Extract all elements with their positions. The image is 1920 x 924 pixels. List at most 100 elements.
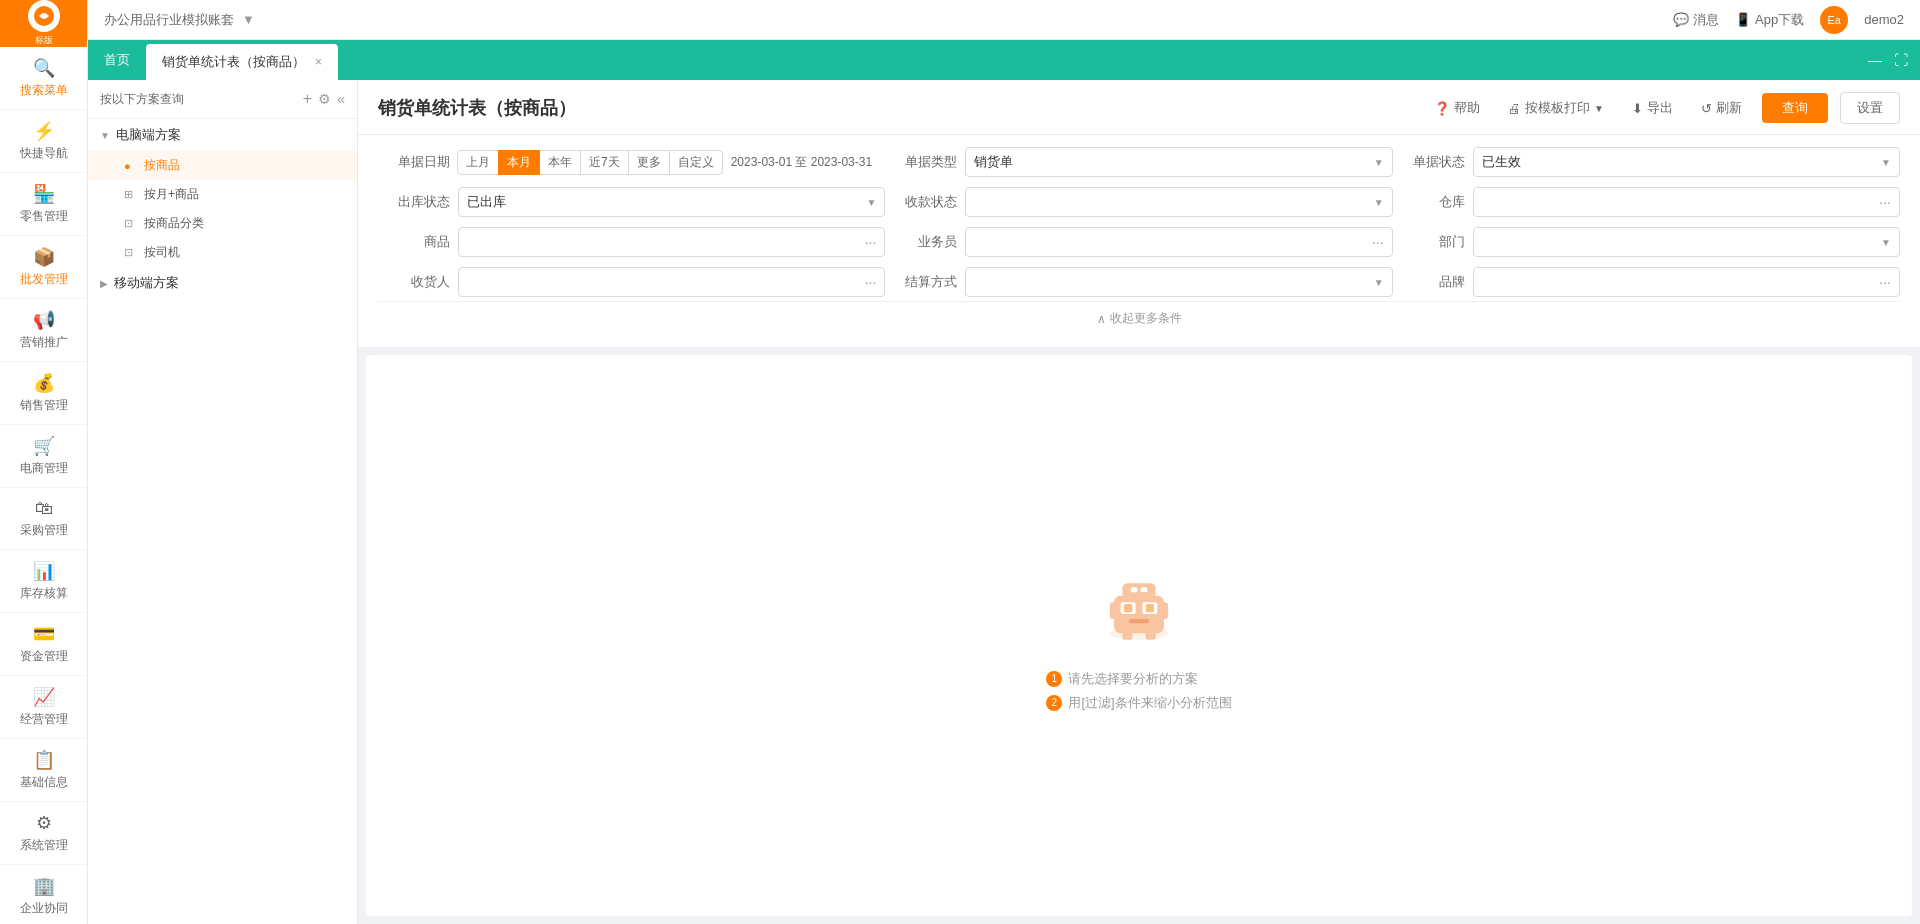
receiver-dots-icon[interactable]: ···	[865, 274, 877, 290]
sidebar-item-search[interactable]: 🔍 搜索菜单	[0, 47, 88, 110]
tree-mobile-scheme[interactable]: ▶ 移动端方案	[88, 267, 357, 299]
outstatus-select[interactable]: 已出库 ▼	[458, 187, 885, 217]
tree-item-by-category[interactable]: ⊡ 按商品分类	[88, 209, 357, 238]
add-scheme-btn[interactable]: +	[303, 90, 312, 108]
tip-1-label: 请先选择要分析的方案	[1068, 670, 1198, 688]
basic-icon: 📋	[33, 749, 55, 771]
top-header: 办公用品行业模拟账套 ▼ 💬 消息 📱 App下载 Ea demo2	[88, 0, 1920, 40]
help-btn[interactable]: ❓ 帮助	[1426, 95, 1488, 121]
query-btn[interactable]: 查询	[1762, 93, 1828, 123]
sidebar-item-operations[interactable]: 📈 经营管理	[0, 676, 88, 739]
date-tab-7days[interactable]: 近7天	[580, 150, 629, 175]
sidebar-item-wholesale[interactable]: 📦 批发管理	[0, 236, 88, 299]
minimize-btn[interactable]: —	[1864, 48, 1886, 72]
receiptstatus-control: ▼	[965, 187, 1392, 217]
message-icon: 💬	[1673, 12, 1689, 27]
svg-rect-8	[1122, 583, 1155, 598]
sidebar-item-finance[interactable]: 💳 资金管理	[0, 613, 88, 676]
page-header: 销货单统计表（按商品） ❓ 帮助 🖨 按模板打印 ▼ ⬇	[358, 80, 1920, 135]
tree-item-by-goods[interactable]: ● 按商品	[88, 151, 357, 180]
doctype-select[interactable]: 销货单 ▼	[965, 147, 1392, 177]
sidebar-item-ecommerce[interactable]: 🛒 电商管理	[0, 425, 88, 488]
tab-active[interactable]: 销货单统计表（按商品） ×	[146, 44, 338, 80]
refresh-btn[interactable]: ↺ 刷新	[1693, 95, 1750, 121]
template-print-btn[interactable]: 🖨 按模板打印 ▼	[1500, 95, 1612, 121]
filter-area: 单据日期 上月 本月 本年 近7天 更多 自定义 2023-03-01 至 20…	[358, 135, 1920, 347]
date-range-label: 2023-03-01 至 2023-03-31	[731, 154, 872, 171]
empty-tips: 1 请先选择要分析的方案 2 用[过滤]条件来缩小分析范围	[1046, 670, 1231, 718]
message-btn[interactable]: 💬 消息	[1673, 11, 1719, 29]
tree-computer-scheme[interactable]: ▼ 电脑端方案	[88, 119, 357, 151]
date-tab-last-month[interactable]: 上月	[457, 150, 499, 175]
date-tab-more[interactable]: 更多	[628, 150, 670, 175]
warehouse-input[interactable]: ···	[1473, 187, 1900, 217]
doctype-value: 销货单	[974, 153, 1013, 171]
sidebar-item-retail[interactable]: 🏪 零售管理	[0, 173, 88, 236]
date-control: 上月 本月 本年 近7天 更多 自定义 2023-03-01 至 2023-03…	[458, 150, 885, 175]
wholesale-icon: 📦	[33, 246, 55, 268]
content-area: 按以下方案查询 + ⚙ « ▼ 电脑端方案 ● 按商品 ⊞ 按月+商品	[88, 80, 1920, 924]
sidebar-item-enterprise[interactable]: 🏢 企业协同	[0, 865, 88, 924]
outstatus-label: 出库状态	[378, 193, 458, 211]
dept-label: 部门	[1393, 233, 1473, 251]
maximize-btn[interactable]: ⛶	[1890, 48, 1912, 72]
filter-date: 单据日期 上月 本月 本年 近7天 更多 自定义 2023-03-01 至 20…	[378, 147, 885, 177]
sidebar-item-inventory[interactable]: 📊 库存核算	[0, 550, 88, 613]
collapse-bar[interactable]: ∧ 收起更多条件	[378, 301, 1900, 335]
sidebar-item-purchase[interactable]: 🛍 采购管理	[0, 488, 88, 550]
clerk-input[interactable]: ···	[965, 227, 1392, 257]
goods-input[interactable]: ···	[458, 227, 885, 257]
sidebar-item-system[interactable]: ⚙ 系统管理	[0, 802, 88, 865]
tree-arrow-right-icon: ▶	[100, 278, 108, 289]
svg-rect-14	[1146, 631, 1156, 639]
tree-item-by-driver[interactable]: ⊡ 按司机	[88, 238, 357, 267]
settings-btn[interactable]: 设置	[1840, 92, 1900, 124]
svg-rect-5	[1124, 604, 1132, 612]
sidebar-item-sales[interactable]: 💰 销售管理	[0, 362, 88, 425]
app-logo: 标版	[0, 0, 88, 47]
app-download-btn[interactable]: 📱 App下载	[1735, 11, 1804, 29]
sidebar-item-quicknav[interactable]: ⚡ 快捷导航	[0, 110, 88, 173]
date-tab-this-year[interactable]: 本年	[539, 150, 581, 175]
docstatus-select[interactable]: 已生效 ▼	[1473, 147, 1900, 177]
date-tab-this-month[interactable]: 本月	[498, 150, 540, 175]
dept-chevron-icon: ▼	[1881, 237, 1891, 248]
filter-warehouse: 仓库 ···	[1393, 187, 1900, 217]
settlement-select[interactable]: ▼	[965, 267, 1392, 297]
chevron-up-icon: ∧	[1097, 312, 1106, 326]
export-btn[interactable]: ⬇ 导出	[1624, 95, 1681, 121]
empty-tip-2: 2 用[过滤]条件来缩小分析范围	[1046, 694, 1231, 712]
warehouse-dots-icon[interactable]: ···	[1879, 194, 1891, 210]
mobile-icon: 📱	[1735, 12, 1751, 27]
receiver-input[interactable]: ···	[458, 267, 885, 297]
filter-row-1: 单据日期 上月 本月 本年 近7天 更多 自定义 2023-03-01 至 20…	[378, 147, 1900, 177]
dept-select[interactable]: ▼	[1473, 227, 1900, 257]
receiver-label: 收货人	[378, 273, 458, 291]
brand-control: ···	[1473, 267, 1900, 297]
sales-icon: 💰	[33, 372, 55, 394]
warehouse-label: 仓库	[1393, 193, 1473, 211]
app-download-label: App下载	[1755, 11, 1804, 29]
dropdown-icon[interactable]: ▼	[242, 12, 255, 27]
brand-input[interactable]: ···	[1473, 267, 1900, 297]
tree-by-category-label: 按商品分类	[144, 215, 204, 232]
sidebar-item-basic[interactable]: 📋 基础信息	[0, 739, 88, 802]
avatar[interactable]: Ea	[1820, 6, 1848, 34]
receiptstatus-select[interactable]: ▼	[965, 187, 1392, 217]
sidebar-item-marketing[interactable]: 📢 营销推广	[0, 299, 88, 362]
filter-row-3: 商品 ··· 业务员 ···	[378, 227, 1900, 257]
tree-item-by-month-goods[interactable]: ⊞ 按月+商品	[88, 180, 357, 209]
page-actions: ❓ 帮助 🖨 按模板打印 ▼ ⬇ 导出 ↺	[1426, 92, 1900, 124]
tab-home[interactable]: 首页	[88, 40, 146, 80]
date-tab-custom[interactable]: 自定义	[669, 150, 723, 175]
svg-rect-2	[1114, 595, 1164, 633]
filter-settlement: 结算方式 ▼	[885, 267, 1392, 297]
tab-close-btn[interactable]: ×	[315, 55, 322, 69]
settings-scheme-btn[interactable]: ⚙	[318, 91, 331, 107]
goods-dots-icon[interactable]: ···	[865, 234, 877, 250]
collapse-panel-btn[interactable]: «	[337, 91, 345, 107]
brand-dots-icon[interactable]: ···	[1879, 274, 1891, 290]
svg-rect-12	[1162, 602, 1169, 619]
clerk-dots-icon[interactable]: ···	[1372, 234, 1384, 250]
print-icon: 🖨	[1508, 101, 1521, 116]
